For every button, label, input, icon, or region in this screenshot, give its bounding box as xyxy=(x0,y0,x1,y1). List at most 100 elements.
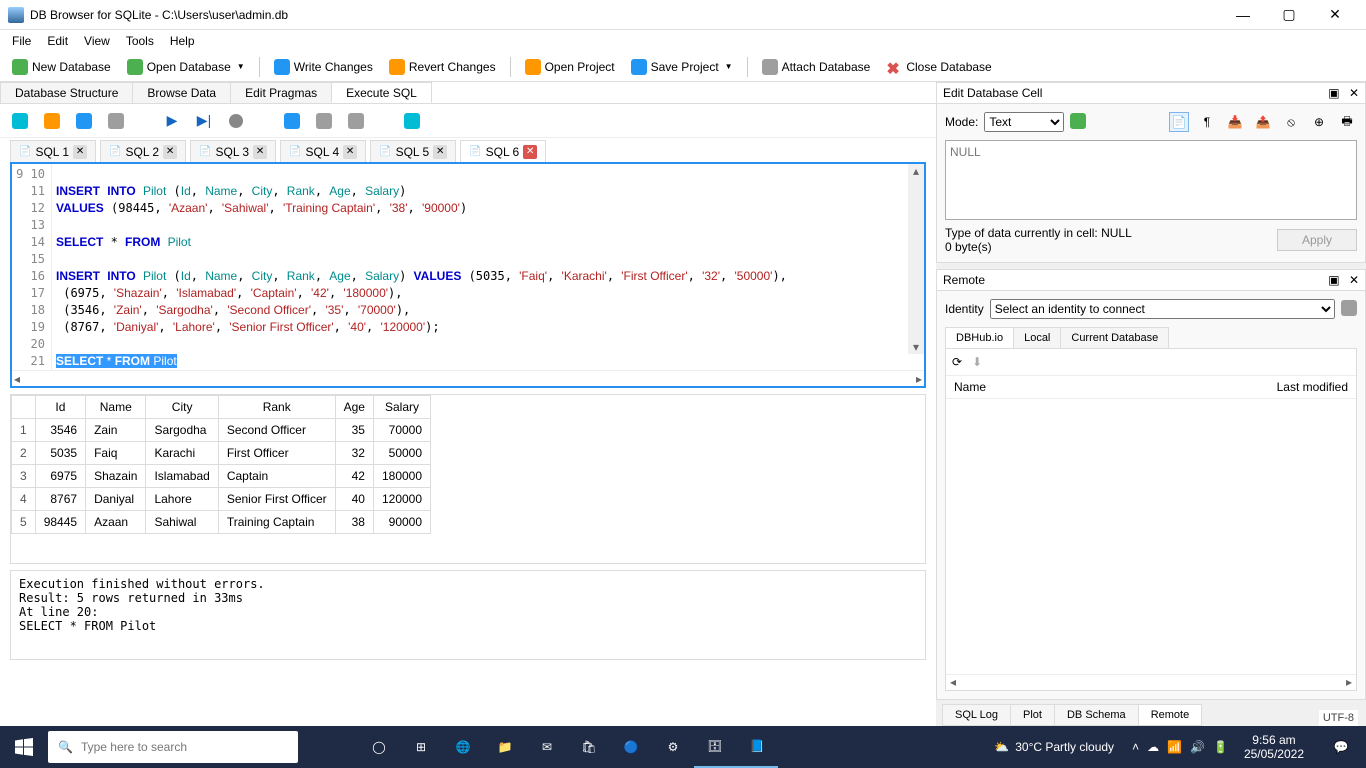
cell[interactable]: 32 xyxy=(335,442,373,465)
cell[interactable]: Shazain xyxy=(86,465,146,488)
dock-tab-remote[interactable]: Remote xyxy=(1138,704,1203,726)
print-icon[interactable] xyxy=(106,111,126,131)
cell[interactable]: First Officer xyxy=(218,442,335,465)
export-icon[interactable]: 📤 xyxy=(1253,112,1273,132)
execute-icon[interactable]: ▶ xyxy=(162,111,182,131)
dbbrowser-task-icon[interactable]: 🗄 xyxy=(694,726,736,768)
mail-icon[interactable]: ✉ xyxy=(526,726,568,768)
tray-wifi-icon[interactable]: 📶 xyxy=(1167,740,1182,754)
tab-database-structure[interactable]: Database Structure xyxy=(0,82,133,103)
cell[interactable]: Faiq xyxy=(86,442,146,465)
sql-tab-1[interactable]: 📄SQL 1✕ xyxy=(10,140,96,162)
refresh-icon[interactable]: ⟳ xyxy=(952,355,962,369)
tray-chevron-icon[interactable]: ˄ xyxy=(1132,740,1139,754)
apply-button[interactable]: Apply xyxy=(1277,229,1357,251)
cell[interactable]: Captain xyxy=(218,465,335,488)
close-tab-icon[interactable]: ✕ xyxy=(343,145,357,159)
null-icon[interactable]: ⦸ xyxy=(1281,112,1301,132)
cell[interactable]: Senior First Officer xyxy=(218,488,335,511)
remote-scrollbar[interactable]: ◂▸ xyxy=(946,674,1356,690)
attach-database-button[interactable]: Attach Database xyxy=(755,55,878,79)
cell[interactable]: 40 xyxy=(335,488,373,511)
menu-edit[interactable]: Edit xyxy=(39,32,76,50)
cell[interactable]: Lahore xyxy=(146,488,218,511)
code-area[interactable]: INSERT INTO Pilot (Id, Name, City, Rank,… xyxy=(52,164,924,370)
close-remote-icon[interactable]: ✕ xyxy=(1349,273,1359,287)
menu-file[interactable]: File xyxy=(4,32,39,50)
text-view-icon[interactable]: 📄 xyxy=(1169,112,1189,132)
cell[interactable]: 5035 xyxy=(35,442,85,465)
menu-help[interactable]: Help xyxy=(162,32,203,50)
indent-icon[interactable] xyxy=(402,111,422,131)
minimize-button[interactable]: — xyxy=(1220,0,1266,30)
close-database-button[interactable]: ✖Close Database xyxy=(879,55,998,79)
insert-icon[interactable]: ⊕ xyxy=(1309,112,1329,132)
cell[interactable]: 70000 xyxy=(373,419,430,442)
cell[interactable]: 3546 xyxy=(35,419,85,442)
menu-tools[interactable]: Tools xyxy=(118,32,162,50)
table-row[interactable]: 25035FaiqKarachiFirst Officer3250000 xyxy=(12,442,431,465)
undock-remote-icon[interactable]: ▣ xyxy=(1328,273,1339,287)
cell[interactable]: Islamabad xyxy=(146,465,218,488)
autoformat-icon[interactable] xyxy=(1070,113,1086,132)
tray-onedrive-icon[interactable]: ☁ xyxy=(1147,740,1159,754)
open-database-button[interactable]: Open Database▼ xyxy=(120,55,252,79)
sql-tab-6[interactable]: 📄SQL 6✕ xyxy=(460,140,546,162)
taskview-icon[interactable]: ⊞ xyxy=(400,726,442,768)
cell[interactable]: 6975 xyxy=(35,465,85,488)
cell[interactable]: 120000 xyxy=(373,488,430,511)
horizontal-scrollbar[interactable]: ◂▸ xyxy=(12,370,924,386)
cell[interactable]: 8767 xyxy=(35,488,85,511)
sql-tab-2[interactable]: 📄SQL 2✕ xyxy=(100,140,186,162)
settings-icon[interactable]: ⚙ xyxy=(652,726,694,768)
tab-edit-pragmas[interactable]: Edit Pragmas xyxy=(230,82,332,103)
stop-icon[interactable] xyxy=(226,111,246,131)
notifications-icon[interactable]: 💬 xyxy=(1320,726,1362,768)
dock-tab-sql-log[interactable]: SQL Log xyxy=(942,704,1011,726)
maximize-button[interactable]: ▢ xyxy=(1266,0,1312,30)
cell[interactable]: Daniyal xyxy=(86,488,146,511)
print-cell-icon[interactable]: 🖶 xyxy=(1337,112,1357,132)
cell[interactable]: 98445 xyxy=(35,511,85,534)
table-row[interactable]: 48767DaniyalLahoreSenior First Officer40… xyxy=(12,488,431,511)
table-row[interactable]: 13546ZainSargodhaSecond Officer3570000 xyxy=(12,419,431,442)
cell[interactable]: Training Captain xyxy=(218,511,335,534)
cortana-icon[interactable]: ◯ xyxy=(358,726,400,768)
execute-line-icon[interactable]: ▶| xyxy=(194,111,214,131)
rtl-icon[interactable]: ¶ xyxy=(1197,112,1217,132)
remote-tab-current-database[interactable]: Current Database xyxy=(1060,327,1169,348)
cell[interactable]: 35 xyxy=(335,419,373,442)
write-changes-button[interactable]: Write Changes xyxy=(267,55,380,79)
col-header[interactable]: Age xyxy=(335,396,373,419)
taskbar-clock[interactable]: 9:56 am 25/05/2022 xyxy=(1236,733,1312,761)
cell[interactable]: 38 xyxy=(335,511,373,534)
cell[interactable]: Azaan xyxy=(86,511,146,534)
tab-execute-sql[interactable]: Execute SQL xyxy=(331,82,432,103)
explorer-icon[interactable]: 📁 xyxy=(484,726,526,768)
cell[interactable]: 180000 xyxy=(373,465,430,488)
open-project-button[interactable]: Open Project xyxy=(518,55,622,79)
close-button[interactable]: ✕ xyxy=(1312,0,1358,30)
new-sql-icon[interactable] xyxy=(10,111,30,131)
edge-icon[interactable]: 🌐 xyxy=(442,726,484,768)
chrome-icon[interactable]: 🔵 xyxy=(610,726,652,768)
close-dock-icon[interactable]: ✕ xyxy=(1349,86,1359,100)
find-icon[interactable] xyxy=(314,111,334,131)
cell[interactable]: 42 xyxy=(335,465,373,488)
table-row[interactable]: 36975ShazainIslamabadCaptain42180000 xyxy=(12,465,431,488)
close-tab-icon[interactable]: ✕ xyxy=(163,145,177,159)
identity-manage-icon[interactable] xyxy=(1341,300,1357,319)
menu-view[interactable]: View xyxy=(76,32,118,50)
taskbar-search[interactable]: 🔍 Type here to search xyxy=(48,731,298,763)
cell[interactable]: 90000 xyxy=(373,511,430,534)
cell[interactable]: Sargodha xyxy=(146,419,218,442)
save-project-button[interactable]: Save Project▼ xyxy=(624,55,740,79)
dock-tab-db-schema[interactable]: DB Schema xyxy=(1054,704,1139,726)
tray-battery-icon[interactable]: 🔋 xyxy=(1213,740,1228,754)
save-results-icon[interactable] xyxy=(282,111,302,131)
import-icon[interactable]: 📥 xyxy=(1225,112,1245,132)
save-sql-icon[interactable] xyxy=(74,111,94,131)
cell[interactable]: Second Officer xyxy=(218,419,335,442)
cell-textarea[interactable]: NULL xyxy=(945,140,1357,220)
col-header[interactable]: City xyxy=(146,396,218,419)
